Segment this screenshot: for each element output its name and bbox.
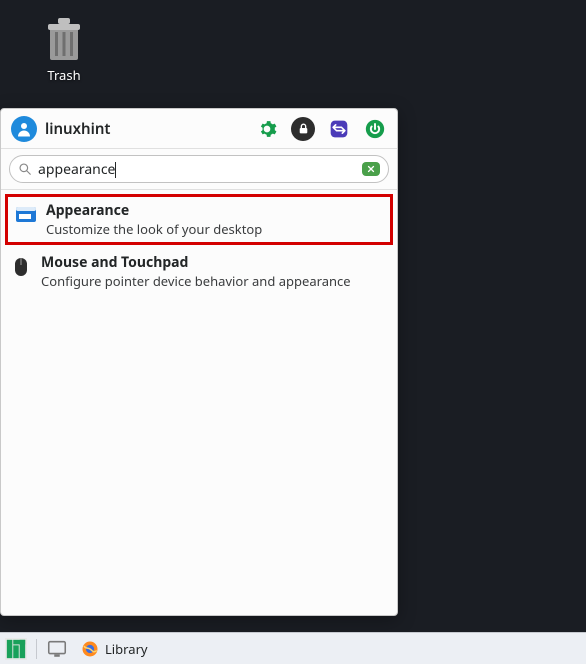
manjaro-logo-icon (5, 638, 27, 660)
text-cursor (115, 162, 116, 178)
desktop-trash[interactable]: Trash (32, 18, 96, 84)
username-label: linuxhint (45, 119, 247, 139)
gear-icon (257, 119, 277, 139)
start-menu-button[interactable] (2, 635, 30, 663)
result-title: Appearance (46, 201, 262, 220)
power-icon (365, 119, 385, 139)
desktop-trash-label: Trash (32, 66, 96, 84)
user-avatar[interactable] (11, 116, 37, 142)
clear-search-button[interactable] (362, 162, 380, 176)
show-desktop-button[interactable] (43, 635, 71, 663)
switch-icon (329, 119, 349, 139)
launcher-header: linuxhint (1, 109, 397, 149)
task-library-label: Library (105, 640, 148, 658)
result-mouse-touchpad[interactable]: Mouse and Touchpad Configure pointer dev… (1, 247, 397, 296)
search-icon (18, 162, 32, 176)
result-desc: Customize the look of your desktop (46, 220, 262, 238)
settings-button[interactable] (255, 117, 279, 141)
task-library[interactable]: Library (75, 638, 154, 660)
result-title: Mouse and Touchpad (41, 253, 351, 272)
header-action-icons (255, 117, 387, 141)
lock-button[interactable] (291, 117, 315, 141)
trash-icon (44, 18, 84, 62)
result-desc: Configure pointer device behavior and ap… (41, 272, 351, 290)
session-switch-button[interactable] (327, 117, 351, 141)
backspace-icon (366, 164, 376, 174)
taskbar-divider (36, 639, 37, 659)
search-field-wrap[interactable]: appearance (9, 155, 389, 183)
mouse-icon (9, 255, 33, 279)
search-results: Appearance Customize the look of your de… (1, 190, 397, 615)
appearance-icon (14, 203, 38, 227)
power-button[interactable] (363, 117, 387, 141)
search-row: appearance (1, 149, 397, 190)
person-icon (15, 120, 33, 138)
result-appearance[interactable]: Appearance Customize the look of your de… (5, 194, 393, 245)
application-launcher: linuxhint (0, 108, 398, 616)
taskbar: Library (0, 632, 586, 664)
search-input-value: appearance (38, 160, 115, 179)
search-input[interactable]: appearance (32, 160, 362, 179)
lock-icon (297, 122, 310, 135)
show-desktop-icon (46, 638, 68, 660)
firefox-icon (81, 640, 99, 658)
